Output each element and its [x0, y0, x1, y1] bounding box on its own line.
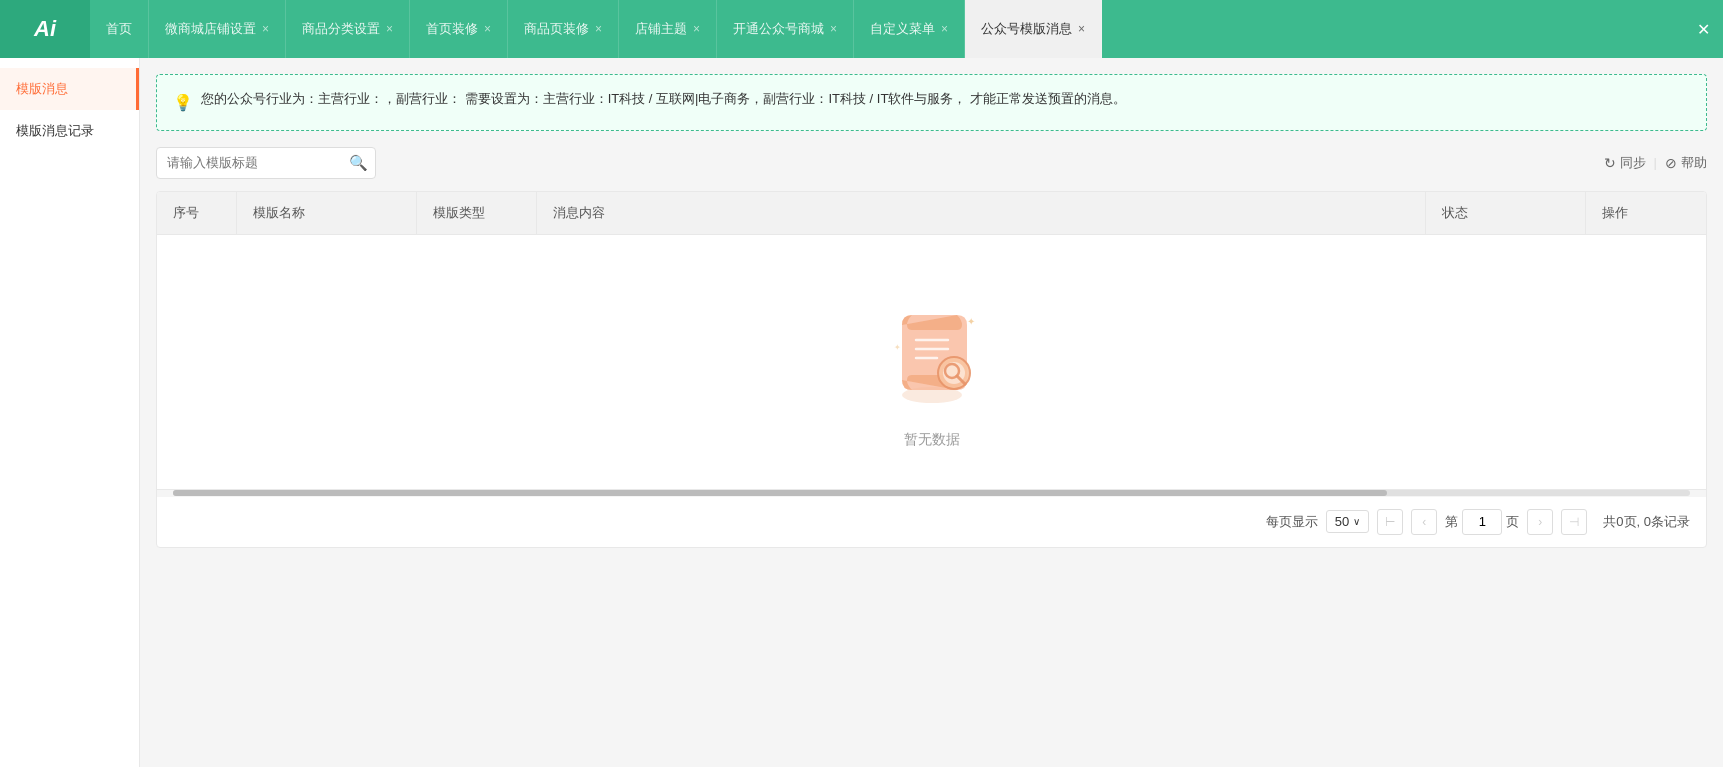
col-actions: 操作 [1586, 192, 1706, 234]
per-page-dropdown-icon: ∨ [1353, 516, 1360, 527]
nav-tab-label-home: 首页 [106, 20, 132, 38]
nav-tab-open-mall[interactable]: 开通公众号商城 × [717, 0, 854, 58]
per-page-label: 每页显示 [1266, 513, 1318, 531]
nav-tab-category-settings[interactable]: 商品分类设置 × [286, 0, 410, 58]
col-content: 消息内容 [537, 192, 1426, 234]
table-header: 序号 模版名称 模版类型 消息内容 状态 操作 [157, 192, 1706, 235]
search-bar: 🔍 ↻ 同步 | ⊘ 帮助 [156, 147, 1707, 179]
nav-tabs: 首页微商城店铺设置×商品分类设置×首页装修×商品页装修×店铺主题×开通公众号商城… [90, 0, 1683, 58]
nav-tab-homepage-decoration[interactable]: 首页装修 × [410, 0, 508, 58]
help-button[interactable]: ⊘ 帮助 [1665, 154, 1707, 172]
search-left: 🔍 [156, 147, 376, 179]
data-table: 序号 模版名称 模版类型 消息内容 状态 操作 [156, 191, 1707, 548]
col-type: 模版类型 [417, 192, 537, 234]
close-all-button[interactable]: ✕ [1683, 0, 1723, 58]
nav-tab-label-shop-settings: 微商城店铺设置 [165, 20, 256, 38]
scrollbar-row[interactable] [157, 489, 1706, 497]
close-tab-icon-product-decoration[interactable]: × [595, 22, 602, 36]
last-page-button[interactable]: ⊣ [1561, 509, 1587, 535]
nav-tab-label-open-mall: 开通公众号商城 [733, 20, 824, 38]
close-tab-icon-homepage-decoration[interactable]: × [484, 22, 491, 36]
nav-tab-label-product-decoration: 商品页装修 [524, 20, 589, 38]
close-tab-icon-custom-menu[interactable]: × [941, 22, 948, 36]
page-input-wrap: 第 页 [1445, 509, 1519, 535]
nav-tab-label-homepage-decoration: 首页装修 [426, 20, 478, 38]
empty-illustration: ✦ ✦ [872, 295, 992, 415]
nav-tab-store-theme[interactable]: 店铺主题 × [619, 0, 717, 58]
nav-tab-shop-settings[interactable]: 微商城店铺设置 × [149, 0, 286, 58]
logo: Ai [0, 0, 90, 58]
prev-page-button[interactable]: ‹ [1411, 509, 1437, 535]
sidebar-item-template-record[interactable]: 模版消息记录 [0, 110, 139, 152]
scrollbar-thumb[interactable] [173, 490, 1387, 496]
nav-tab-template-message[interactable]: 公众号模版消息 × [965, 0, 1102, 58]
sync-icon: ↻ [1604, 155, 1616, 171]
page-number-input[interactable] [1462, 509, 1502, 535]
content-area: 💡 您的公众号行业为：主营行业：，副营行业： 需要设置为：主营行业：IT科技 /… [140, 58, 1723, 767]
search-input[interactable] [156, 147, 376, 179]
empty-text: 暂无数据 [904, 431, 960, 449]
nav-tab-label-store-theme: 店铺主题 [635, 20, 687, 38]
per-page-value: 50 [1335, 514, 1349, 529]
svg-text:✦: ✦ [967, 316, 975, 327]
svg-text:✦: ✦ [894, 343, 901, 352]
divider: | [1654, 155, 1657, 170]
close-tab-icon-shop-settings[interactable]: × [262, 22, 269, 36]
empty-state: ✦ ✦ 暂无数据 [157, 235, 1706, 489]
nav-tab-custom-menu[interactable]: 自定义菜单 × [854, 0, 965, 58]
nav-tab-label-custom-menu: 自定义菜单 [870, 20, 935, 38]
nav-tab-home[interactable]: 首页 [90, 0, 149, 58]
per-page-select[interactable]: 50 ∨ [1326, 510, 1369, 533]
close-tab-icon-open-mall[interactable]: × [830, 22, 837, 36]
notice-box: 💡 您的公众号行业为：主营行业：，副营行业： 需要设置为：主营行业：IT科技 /… [156, 74, 1707, 131]
notice-icon: 💡 [173, 90, 193, 116]
col-status: 状态 [1426, 192, 1586, 234]
help-icon: ⊘ [1665, 155, 1677, 171]
sync-button[interactable]: ↻ 同步 [1604, 154, 1646, 172]
sidebar: 模版消息 模版消息记录 [0, 58, 140, 767]
top-nav: Ai 首页微商城店铺设置×商品分类设置×首页装修×商品页装修×店铺主题×开通公众… [0, 0, 1723, 58]
col-index: 序号 [157, 192, 237, 234]
search-input-wrap: 🔍 [156, 147, 376, 179]
col-name: 模版名称 [237, 192, 417, 234]
close-tab-icon-category-settings[interactable]: × [386, 22, 393, 36]
close-tab-icon-template-message[interactable]: × [1078, 22, 1085, 36]
search-button[interactable]: 🔍 [349, 154, 368, 172]
search-right: ↻ 同步 | ⊘ 帮助 [1604, 154, 1707, 172]
nav-tab-label-category-settings: 商品分类设置 [302, 20, 380, 38]
nav-tab-label-template-message: 公众号模版消息 [981, 20, 1072, 38]
total-info: 共0页, 0条记录 [1603, 513, 1690, 531]
pagination: 每页显示 50 ∨ ⊢ ‹ 第 页 › ⊣ 共0页, 0条记录 [157, 497, 1706, 547]
main-layout: 模版消息 模版消息记录 💡 您的公众号行业为：主营行业：，副营行业： 需要设置为… [0, 58, 1723, 767]
close-tab-icon-store-theme[interactable]: × [693, 22, 700, 36]
sidebar-item-template-message[interactable]: 模版消息 [0, 68, 139, 110]
nav-tab-product-decoration[interactable]: 商品页装修 × [508, 0, 619, 58]
scrollbar-track[interactable] [173, 490, 1690, 496]
first-page-button[interactable]: ⊢ [1377, 509, 1403, 535]
notice-text: 您的公众号行业为：主营行业：，副营行业： 需要设置为：主营行业：IT科技 / 互… [201, 89, 1126, 110]
next-page-button[interactable]: › [1527, 509, 1553, 535]
